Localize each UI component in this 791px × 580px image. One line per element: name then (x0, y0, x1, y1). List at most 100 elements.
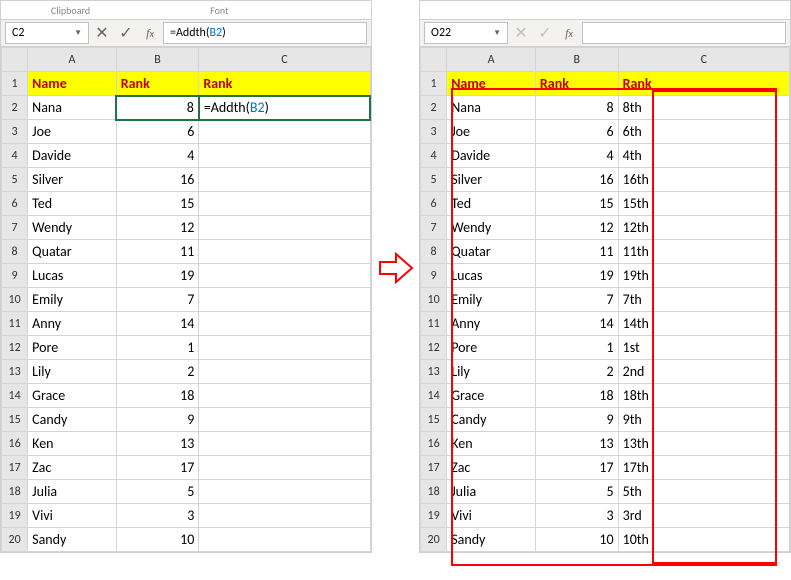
header-rank-c[interactable]: Rank (199, 72, 370, 96)
chevron-down-icon[interactable]: ▼ (493, 28, 501, 38)
cell-rank[interactable]: 1 (116, 336, 199, 360)
cell-rank[interactable]: 5 (535, 480, 618, 504)
cell-ordinal[interactable]: 4th (618, 144, 789, 168)
cell-rank[interactable]: 5 (116, 480, 199, 504)
cell-name[interactable]: Lucas (28, 264, 117, 288)
fx-button[interactable]: fx (139, 22, 161, 44)
row-header[interactable]: 17 (421, 456, 447, 480)
cell-rank[interactable]: 11 (116, 240, 199, 264)
row-header[interactable]: 13 (421, 360, 447, 384)
row-header[interactable]: 1 (2, 72, 28, 96)
cell-ordinal[interactable]: 18th (618, 384, 789, 408)
col-header-a[interactable]: A (447, 48, 536, 72)
cell-name[interactable]: Vivi (447, 504, 536, 528)
row-header[interactable]: 4 (2, 144, 28, 168)
cell-name[interactable]: Zac (447, 456, 536, 480)
cell-ordinal[interactable]: 12th (618, 216, 789, 240)
cell-c[interactable] (199, 384, 370, 408)
cell-c[interactable] (199, 504, 370, 528)
cell-rank[interactable]: 2 (116, 360, 199, 384)
cell-rank[interactable]: 17 (535, 456, 618, 480)
cell-name[interactable]: Sandy (28, 528, 117, 552)
cell-c[interactable] (199, 216, 370, 240)
col-header-c[interactable]: C (199, 48, 370, 72)
cell-rank[interactable]: 15 (535, 192, 618, 216)
cell-ordinal[interactable]: 7th (618, 288, 789, 312)
cell-rank[interactable]: 7 (535, 288, 618, 312)
cell-name[interactable]: Grace (447, 384, 536, 408)
cell-c[interactable] (199, 144, 370, 168)
row-header[interactable]: 5 (2, 168, 28, 192)
select-all[interactable] (2, 48, 28, 72)
cell-c[interactable] (199, 264, 370, 288)
row-header[interactable]: 14 (421, 384, 447, 408)
cell-c[interactable] (199, 288, 370, 312)
row-header[interactable]: 18 (421, 480, 447, 504)
cell-rank[interactable]: 6 (535, 120, 618, 144)
cell-rank[interactable]: 19 (116, 264, 199, 288)
header-name[interactable]: Name (447, 72, 536, 96)
cell-rank[interactable]: 4 (116, 144, 199, 168)
cell-rank[interactable]: 9 (535, 408, 618, 432)
cell-ordinal[interactable]: 16th (618, 168, 789, 192)
cell-name[interactable]: Emily (28, 288, 117, 312)
cell-name[interactable]: Nana (447, 96, 536, 120)
cell-rank[interactable]: 13 (535, 432, 618, 456)
row-header[interactable]: 6 (2, 192, 28, 216)
cell-name[interactable]: Lily (447, 360, 536, 384)
cancel-button[interactable]: ✕ (91, 22, 113, 44)
cell-name[interactable]: Candy (28, 408, 117, 432)
grid-left[interactable]: A B C 1 Name Rank Rank 2Nana8=Addth(B2)3… (1, 47, 371, 552)
grid-right[interactable]: A B C 1 Name Rank Rank 2Nana88th3Joe66th… (420, 47, 790, 552)
cell-name[interactable]: Silver (28, 168, 117, 192)
cell-name[interactable]: Davide (447, 144, 536, 168)
row-header[interactable]: 2 (2, 96, 28, 120)
cell-c-editing[interactable]: =Addth(B2) (199, 96, 370, 120)
cell-rank[interactable]: 12 (535, 216, 618, 240)
header-rank-c[interactable]: Rank (618, 72, 789, 96)
cell-c[interactable] (199, 480, 370, 504)
cell-rank[interactable]: 3 (116, 504, 199, 528)
row-header[interactable]: 8 (2, 240, 28, 264)
cell-ordinal[interactable]: 1st (618, 336, 789, 360)
cell-name[interactable]: Wendy (447, 216, 536, 240)
cell-name[interactable]: Ken (447, 432, 536, 456)
row-header[interactable]: 12 (421, 336, 447, 360)
row-header[interactable]: 6 (421, 192, 447, 216)
row-header[interactable]: 10 (2, 288, 28, 312)
cell-name[interactable]: Ted (447, 192, 536, 216)
row-header[interactable]: 19 (421, 504, 447, 528)
cell-c[interactable] (199, 312, 370, 336)
cell-ordinal[interactable]: 6th (618, 120, 789, 144)
header-rank-b[interactable]: Rank (116, 72, 199, 96)
cell-c[interactable] (199, 240, 370, 264)
cell-rank[interactable]: 16 (116, 168, 199, 192)
cell-c[interactable] (199, 432, 370, 456)
cell-rank[interactable]: 14 (116, 312, 199, 336)
row-header[interactable]: 15 (421, 408, 447, 432)
row-header[interactable]: 1 (421, 72, 447, 96)
row-header[interactable]: 14 (2, 384, 28, 408)
cell-name[interactable]: Zac (28, 456, 117, 480)
cell-name[interactable]: Nana (28, 96, 117, 120)
row-header[interactable]: 9 (2, 264, 28, 288)
cell-rank[interactable]: 6 (116, 120, 199, 144)
cell-name[interactable]: Davide (28, 144, 117, 168)
select-all[interactable] (421, 48, 447, 72)
cell-c[interactable] (199, 120, 370, 144)
row-header[interactable]: 4 (421, 144, 447, 168)
row-header[interactable]: 18 (2, 480, 28, 504)
cell-name[interactable]: Pore (447, 336, 536, 360)
cell-ordinal[interactable]: 13th (618, 432, 789, 456)
formula-input-right[interactable] (582, 22, 786, 44)
cell-rank[interactable]: 16 (535, 168, 618, 192)
header-name[interactable]: Name (28, 72, 117, 96)
cell-c[interactable] (199, 168, 370, 192)
cell-name[interactable]: Emily (447, 288, 536, 312)
cell-rank[interactable]: 8 (535, 96, 618, 120)
cell-ordinal[interactable]: 19th (618, 264, 789, 288)
cell-rank[interactable]: 8 (116, 96, 199, 120)
row-header[interactable]: 16 (421, 432, 447, 456)
cell-c[interactable] (199, 192, 370, 216)
cell-rank[interactable]: 2 (535, 360, 618, 384)
